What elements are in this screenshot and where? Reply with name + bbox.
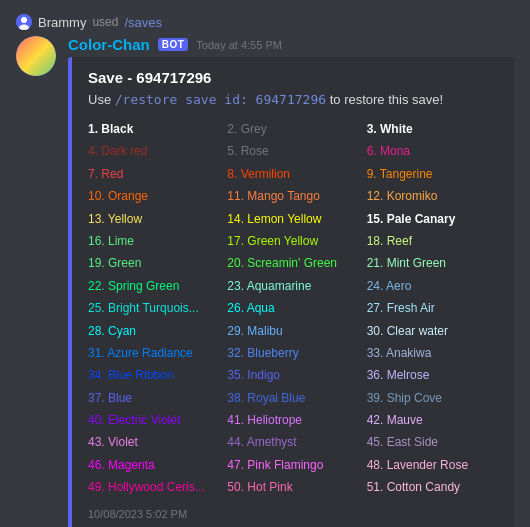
color-item: 33. Anakiwa (367, 343, 498, 363)
color-item: 43. Violet (88, 432, 219, 452)
color-item: 20. Screamin' Green (227, 253, 358, 273)
message-header: Color-Chan BOT Today at 4:55 PM (68, 36, 514, 53)
embed-description: Use /restore save id: 694717296 to resto… (88, 92, 498, 107)
color-item: 38. Royal Blue (227, 388, 358, 408)
color-item: 24. Aero (367, 276, 498, 296)
command-action: used (92, 15, 118, 29)
embed: Save - 694717296 Use /restore save id: 6… (68, 57, 514, 527)
command-username: Brammy (38, 15, 86, 30)
color-item: 48. Lavender Rose (367, 455, 498, 475)
embed-title: Save - 694717296 (88, 69, 498, 86)
color-item: 8. Vermilion (227, 164, 358, 184)
color-item: 50. Hot Pink (227, 477, 358, 497)
color-item: 13. Yellow (88, 209, 219, 229)
color-item: 49. Hollywood Ceris... (88, 477, 219, 497)
message-row: Color-Chan BOT Today at 4:55 PM Save - 6… (16, 36, 514, 527)
embed-footer: 10/08/2023 5:02 PM (88, 508, 498, 520)
color-item: 39. Ship Cove (367, 388, 498, 408)
color-item: 32. Blueberry (227, 343, 358, 363)
color-item: 41. Heliotrope (227, 410, 358, 430)
message-timestamp: Today at 4:55 PM (196, 39, 282, 51)
color-item: 19. Green (88, 253, 219, 273)
color-item: 7. Red (88, 164, 219, 184)
embed-desc-command: /restore save id: 694717296 (115, 92, 326, 107)
color-item: 5. Rose (227, 141, 358, 161)
message-content: Color-Chan BOT Today at 4:55 PM Save - 6… (68, 36, 514, 527)
color-item: 36. Melrose (367, 365, 498, 385)
color-item: 4. Dark red (88, 141, 219, 161)
bot-badge: BOT (158, 38, 189, 51)
color-item: 16. Lime (88, 231, 219, 251)
color-item: 25. Bright Turquois... (88, 298, 219, 318)
color-item: 42. Mauve (367, 410, 498, 430)
command-avatar-small (16, 14, 32, 30)
bot-name: Color-Chan (68, 36, 150, 53)
command-text: /saves (124, 15, 162, 30)
color-item: 11. Mango Tango (227, 186, 358, 206)
color-item: 29. Malibu (227, 321, 358, 341)
color-item: 45. East Side (367, 432, 498, 452)
color-item: 9. Tangerine (367, 164, 498, 184)
color-item: 30. Clear water (367, 321, 498, 341)
color-item: 21. Mint Green (367, 253, 498, 273)
color-item: 17. Green Yellow (227, 231, 358, 251)
color-item: 31. Azure Radiance (88, 343, 219, 363)
color-item: 23. Aquamarine (227, 276, 358, 296)
color-item: 27. Fresh Air (367, 298, 498, 318)
color-item: 15. Pale Canary (367, 209, 498, 229)
bot-avatar (16, 36, 56, 76)
color-item: 18. Reef (367, 231, 498, 251)
color-item: 22. Spring Green (88, 276, 219, 296)
color-item: 46. Magenta (88, 455, 219, 475)
color-item: 34. Blue Ribbon (88, 365, 219, 385)
embed-desc-prefix: Use (88, 92, 115, 107)
color-grid: 1. Black 2. Grey 3. White 4. Dark red 5. Ros… (88, 119, 498, 498)
color-item: 2. Grey (227, 119, 358, 139)
svg-point-1 (21, 17, 27, 23)
color-item: 44. Amethyst (227, 432, 358, 452)
color-item: 40. Electric Violet (88, 410, 219, 430)
color-item: 26. Aqua (227, 298, 358, 318)
color-item: 28. Cyan (88, 321, 219, 341)
color-item: 3. White (367, 119, 498, 139)
color-item: 35. Indigo (227, 365, 358, 385)
command-line: Brammy used /saves (16, 14, 514, 30)
color-item: 6. Mona (367, 141, 498, 161)
color-item: 1. Black (88, 119, 219, 139)
embed-desc-suffix: to restore this save! (326, 92, 443, 107)
color-item: 14. Lemon Yellow (227, 209, 358, 229)
color-item: 10. Orange (88, 186, 219, 206)
color-item: 12. Koromiko (367, 186, 498, 206)
color-item: 37. Blue (88, 388, 219, 408)
color-item: 51. Cotton Candy (367, 477, 498, 497)
color-item: 47. Pink Flamingo (227, 455, 358, 475)
